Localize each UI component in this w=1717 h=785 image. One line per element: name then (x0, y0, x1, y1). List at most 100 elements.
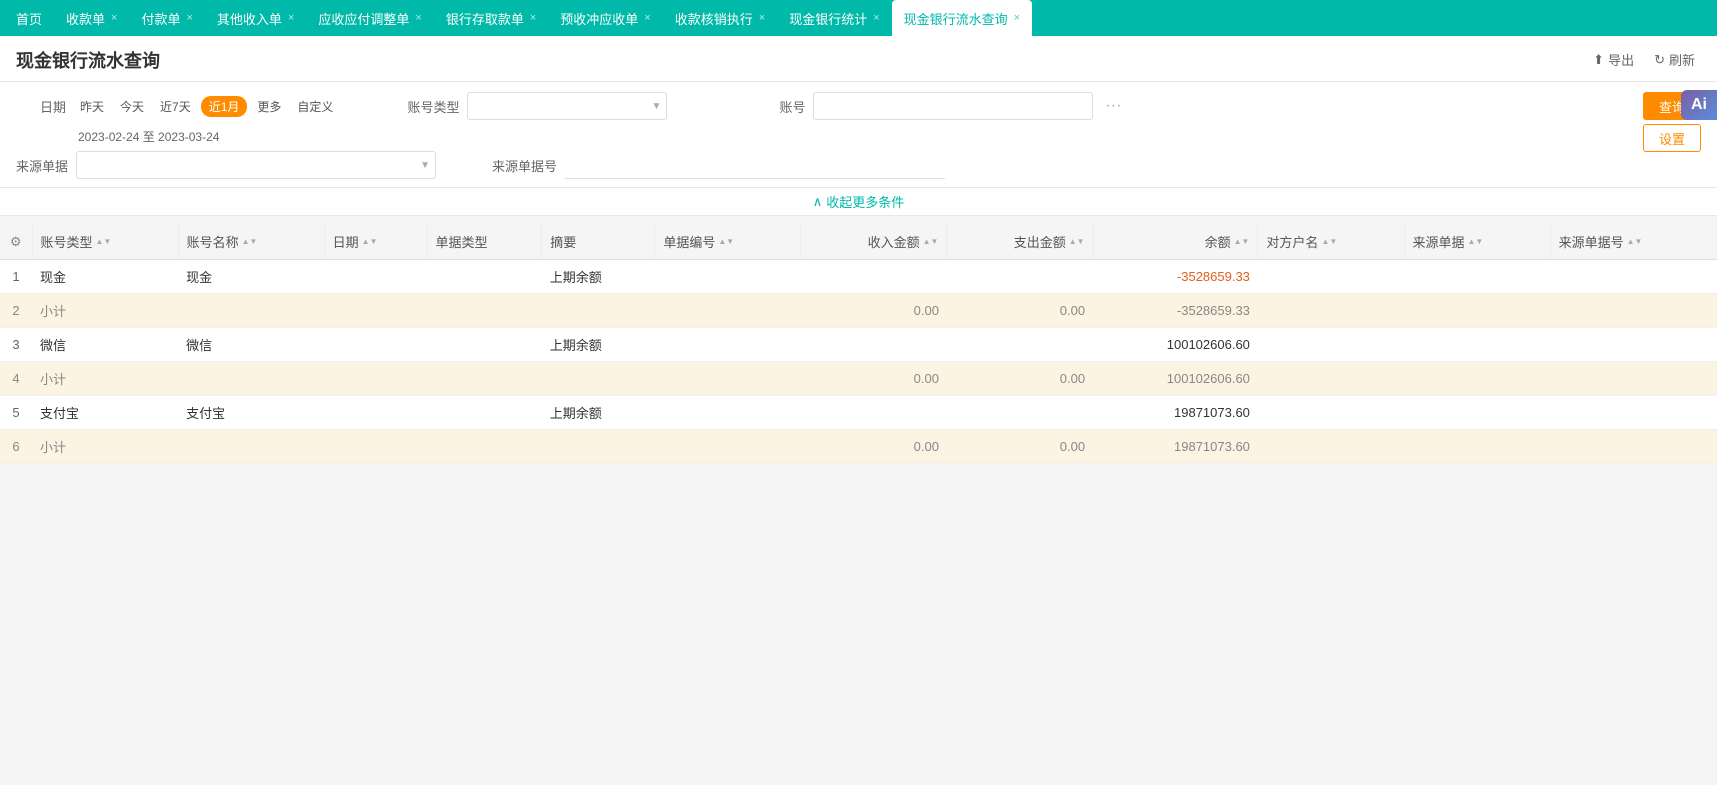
refresh-button[interactable]: ↻ 刷新 (1648, 46, 1701, 73)
table-row: 2 小计 0.00 0.00 -3528659.33 (0, 294, 1717, 328)
cell-source-doc-no (1550, 430, 1717, 464)
nav-tab-7[interactable]: 现金银行统计 × (777, 0, 891, 36)
cell-counterpart (1258, 294, 1404, 328)
cell-account-type: 微信 (32, 328, 178, 362)
sort-icon: ▲▼ (1069, 237, 1085, 246)
close-icon[interactable]: × (111, 12, 117, 24)
cell-source-doc-no (1550, 362, 1717, 396)
top-navigation: 首页 收款单 × 付款单 × 其他收入单 × 应收应付调整单 × 银行存取款单 … (0, 0, 1717, 36)
nav-tab-4[interactable]: 银行存取款单 × (434, 0, 548, 36)
cell-balance: 100102606.60 (1093, 362, 1258, 396)
table-row: 6 小计 0.00 0.00 19871073.60 (0, 430, 1717, 464)
cell-summary (542, 362, 655, 396)
settings-button[interactable]: 设置 (1643, 124, 1701, 152)
page-title: 现金银行流水查询 (16, 47, 160, 81)
cell-expense: 0.00 (947, 294, 1093, 328)
nav-tab-6[interactable]: 收款核销执行 × (663, 0, 777, 36)
close-icon[interactable]: × (1014, 12, 1020, 24)
export-icon: ⬆ (1593, 52, 1604, 68)
date-opt-today[interactable]: 今天 (114, 96, 150, 117)
account-type-select[interactable]: 现金 银行 微信 支付宝 (467, 92, 667, 120)
cell-doc-no (655, 328, 801, 362)
filter-row-source: 来源单据 ▼ 来源单据号 (16, 151, 1635, 179)
th-income: 收入金额 ▲▼ (801, 224, 947, 260)
nav-tab-2[interactable]: 其他收入单 × (205, 0, 306, 36)
cell-doc-type (427, 260, 542, 294)
cell-expense: 0.00 (947, 430, 1093, 464)
cell-source-doc (1404, 260, 1550, 294)
cell-source-doc (1404, 328, 1550, 362)
date-label: 日期 (16, 97, 66, 116)
cell-income: 0.00 (801, 362, 947, 396)
close-icon[interactable]: × (873, 12, 879, 24)
filter-row-date: 日期 昨天 今天 近7天 近1月 更多 自定义 账号类型 现金 银行 (16, 92, 1635, 120)
cell-account-name: 微信 (178, 328, 324, 362)
cell-account-type: 现金 (32, 260, 178, 294)
cell-source-doc-no (1550, 294, 1717, 328)
date-opt-custom[interactable]: 自定义 (291, 96, 339, 117)
cell-expense (947, 328, 1093, 362)
cell-expense: 0.00 (947, 362, 1093, 396)
gear-icon[interactable]: ⚙ (0, 224, 32, 260)
cell-counterpart (1258, 260, 1404, 294)
date-opt-more[interactable]: 更多 (251, 96, 287, 117)
table-row: 5 支付宝 支付宝 上期余额 19871073.60 (0, 396, 1717, 430)
close-icon[interactable]: × (530, 12, 536, 24)
nav-tab-3[interactable]: 应收应付调整单 × (306, 0, 433, 36)
cell-summary: 上期余额 (542, 328, 655, 362)
source-doc-select[interactable] (76, 151, 436, 179)
cell-num: 6 (0, 430, 32, 464)
cell-balance: -3528659.33 (1093, 294, 1258, 328)
cell-balance: 100102606.60 (1093, 328, 1258, 362)
cell-balance: -3528659.33 (1093, 260, 1258, 294)
page-header: 现金银行流水查询 ⬆ 导出 ↻ 刷新 (0, 36, 1717, 82)
account-type-select-wrapper: 现金 银行 微信 支付宝 ▼ (467, 92, 667, 120)
cell-account-name (178, 362, 324, 396)
cell-account-type: 小计 (32, 362, 178, 396)
cell-source-doc (1404, 294, 1550, 328)
cell-doc-type (427, 396, 542, 430)
cell-counterpart (1258, 396, 1404, 430)
nav-home[interactable]: 首页 (4, 0, 54, 36)
close-icon[interactable]: × (759, 12, 765, 24)
source-doc-num-label: 来源单据号 (492, 156, 557, 175)
cell-summary: 上期余额 (542, 396, 655, 430)
ellipsis-icon[interactable]: ··· (1101, 97, 1125, 115)
th-date: 日期 ▲▼ (324, 224, 427, 260)
source-doc-select-wrapper: ▼ (76, 151, 436, 179)
export-button[interactable]: ⬆ 导出 (1587, 46, 1640, 73)
chevron-up-icon: ∧ (813, 194, 823, 210)
collapse-bar[interactable]: ∧ 收起更多条件 (0, 188, 1717, 216)
cell-doc-no (655, 362, 801, 396)
cell-account-type: 支付宝 (32, 396, 178, 430)
close-icon[interactable]: × (186, 12, 192, 24)
cell-income (801, 328, 947, 362)
ai-badge[interactable]: Ai (1681, 90, 1717, 120)
th-doc-type: 单据类型 (427, 224, 542, 260)
close-icon[interactable]: × (644, 12, 650, 24)
cell-num: 2 (0, 294, 32, 328)
cell-summary: 上期余额 (542, 260, 655, 294)
close-icon[interactable]: × (415, 12, 421, 24)
nav-tab-8[interactable]: 现金银行流水查询 × (892, 0, 1032, 36)
source-doc-num-input[interactable] (565, 151, 945, 179)
sort-icon: ▲▼ (718, 237, 734, 246)
cell-account-name (178, 430, 324, 464)
date-opt-1month[interactable]: 近1月 (201, 96, 248, 117)
close-icon[interactable]: × (288, 12, 294, 24)
cell-source-doc (1404, 396, 1550, 430)
cell-account-type: 小计 (32, 294, 178, 328)
date-opt-7days[interactable]: 近7天 (154, 96, 197, 117)
nav-tab-0[interactable]: 收款单 × (54, 0, 129, 36)
cell-doc-no (655, 396, 801, 430)
cell-num: 3 (0, 328, 32, 362)
cell-account-name (178, 294, 324, 328)
date-range-display: 2023-02-24 至 2023-03-24 (78, 130, 219, 144)
nav-tab-5[interactable]: 预收冲应收单 × (548, 0, 662, 36)
cell-doc-type (427, 362, 542, 396)
account-input[interactable] (813, 92, 1093, 120)
cell-doc-type (427, 328, 542, 362)
nav-tab-1[interactable]: 付款单 × (129, 0, 204, 36)
date-opt-yesterday[interactable]: 昨天 (74, 96, 110, 117)
cell-date (324, 430, 427, 464)
